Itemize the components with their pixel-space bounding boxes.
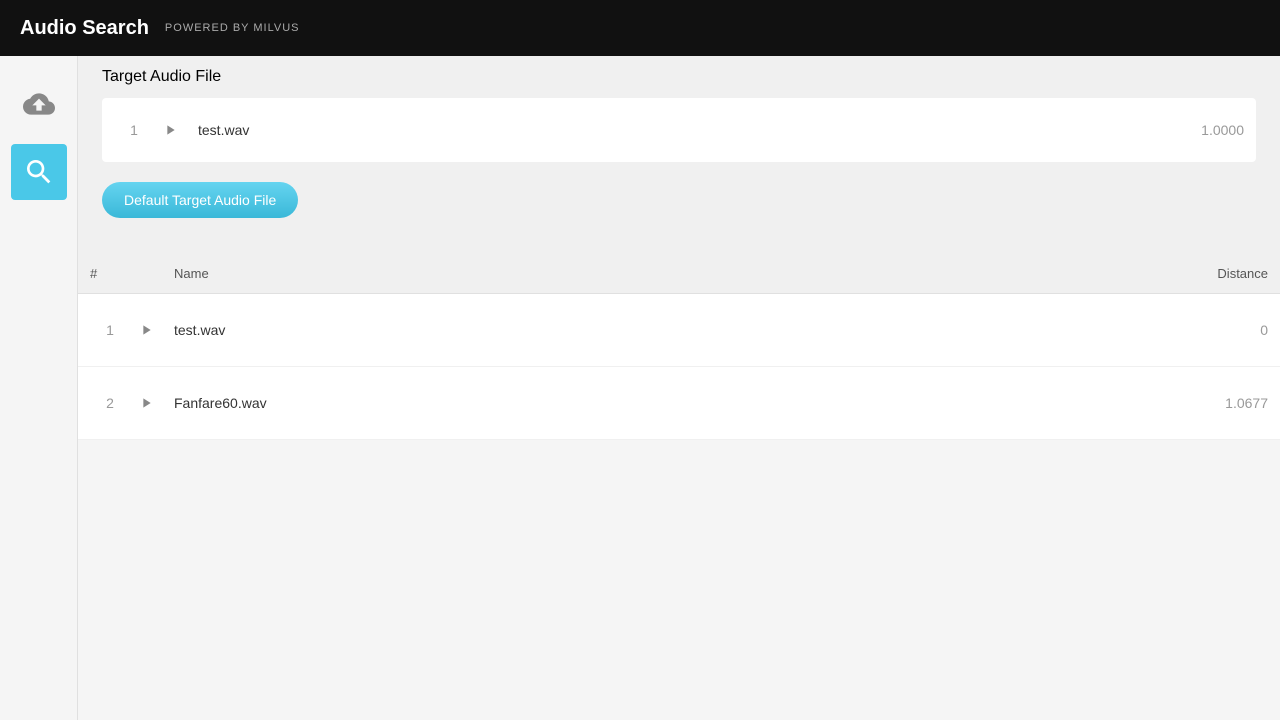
result-play-button-2[interactable] (130, 387, 162, 419)
result-audio-name-1: test.wav (174, 322, 1188, 338)
upload-button[interactable] (11, 76, 67, 132)
col-header-distance: Distance (1188, 266, 1268, 281)
result-audio-name-2: Fanfare60.wav (174, 395, 1188, 411)
play-icon (138, 395, 154, 411)
app-title: Audio Search (20, 17, 149, 40)
target-audio-row: 1 test.wav 1.0000 (102, 98, 1256, 162)
upload-icon (23, 88, 55, 120)
result-row-number: 1 (90, 322, 130, 338)
main-content: Target Audio File 1 test.wav 1.0000 Defa… (78, 56, 1280, 720)
target-row-number: 1 (114, 122, 154, 138)
default-target-button[interactable]: Default Target Audio File (102, 182, 298, 218)
target-section-label: Target Audio File (102, 68, 1256, 86)
target-audio-distance: 1.0000 (1164, 122, 1244, 138)
search-button[interactable] (11, 144, 67, 200)
search-icon (23, 156, 55, 188)
result-audio-distance-2: 1.0677 (1188, 395, 1268, 411)
result-row-number: 2 (90, 395, 130, 411)
play-icon (138, 322, 154, 338)
app-header: Audio Search POWERED BY MILVUS (0, 0, 1280, 56)
target-audio-section: Target Audio File 1 test.wav 1.0000 Defa… (78, 56, 1280, 254)
target-audio-name: test.wav (198, 122, 1164, 138)
sidebar (0, 56, 78, 720)
result-play-button-1[interactable] (130, 314, 162, 346)
col-header-name: Name (174, 266, 1188, 281)
table-header: # Name Distance (78, 254, 1280, 294)
play-icon (162, 122, 178, 138)
col-header-num: # (90, 266, 130, 281)
target-play-button[interactable] (154, 114, 186, 146)
table-row: 1 test.wav 0 (78, 294, 1280, 367)
result-audio-distance-1: 0 (1188, 322, 1268, 338)
powered-by-label: POWERED BY MILVUS (165, 22, 300, 34)
results-section: # Name Distance 1 test.wav 0 2 F (78, 254, 1280, 440)
results-rows: 1 test.wav 0 2 Fanfare60.wav 1.0677 (78, 294, 1280, 440)
table-row: 2 Fanfare60.wav 1.0677 (78, 367, 1280, 440)
